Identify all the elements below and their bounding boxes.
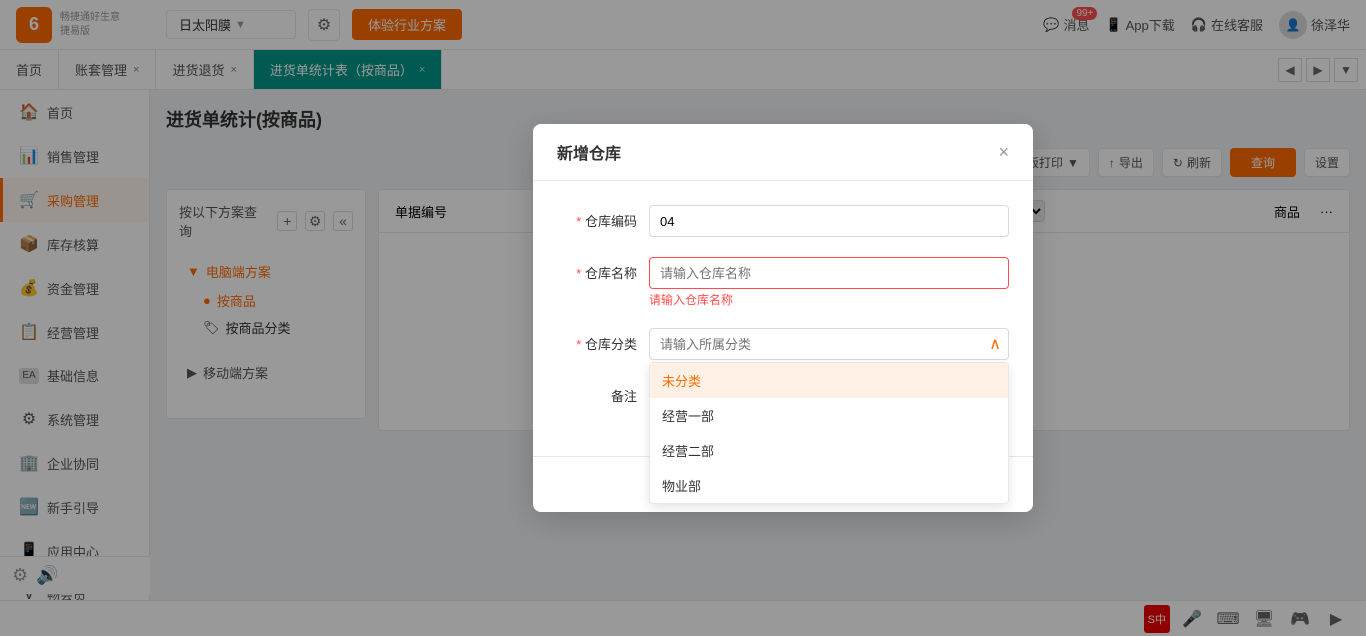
modal-body: * 仓库编码 * 仓库名称 请输入仓库名称 * 仓库分类: [533, 181, 1033, 456]
note-label: 备注: [557, 380, 637, 405]
category-input[interactable]: [649, 328, 1009, 360]
dropdown-item-uncategorized[interactable]: 未分类: [650, 363, 1008, 398]
category-label: * 仓库分类: [557, 328, 637, 353]
dropdown-item-dept1[interactable]: 经营一部: [650, 398, 1008, 433]
form-row-code: * 仓库编码: [557, 205, 1009, 237]
dropdown-item-dept2[interactable]: 经营二部: [650, 433, 1008, 468]
modal-header: 新增仓库 ×: [533, 124, 1033, 181]
code-field: [649, 205, 1009, 237]
modal-title: 新增仓库: [557, 140, 621, 164]
category-dropdown: 未分类 经营一部 经营二部 物业部: [649, 362, 1009, 504]
code-input[interactable]: [649, 205, 1009, 237]
form-row-category: * 仓库分类 ∧ 未分类 经营一部 经营二部 物业部: [557, 328, 1009, 360]
name-required-star: *: [576, 266, 581, 281]
dropdown-item-dept3[interactable]: 物业部: [650, 468, 1008, 503]
category-field: ∧ 未分类 经营一部 经营二部 物业部: [649, 328, 1009, 360]
category-label-text: 仓库分类: [585, 337, 637, 352]
name-field: 请输入仓库名称: [649, 257, 1009, 308]
form-row-name: * 仓库名称 请输入仓库名称: [557, 257, 1009, 308]
category-required-star: *: [576, 337, 581, 352]
required-star: *: [576, 214, 581, 229]
code-label-text: 仓库编码: [585, 214, 637, 229]
modal-close-button[interactable]: ×: [998, 142, 1009, 163]
name-label: * 仓库名称: [557, 257, 637, 282]
category-select-wrapper: ∧: [649, 328, 1009, 360]
name-label-text: 仓库名称: [585, 266, 637, 281]
add-warehouse-modal: 新增仓库 × * 仓库编码 * 仓库名称 请输入仓库名称: [533, 124, 1033, 512]
name-error-msg: 请输入仓库名称: [649, 291, 1009, 308]
name-input[interactable]: [649, 257, 1009, 289]
code-label: * 仓库编码: [557, 205, 637, 230]
